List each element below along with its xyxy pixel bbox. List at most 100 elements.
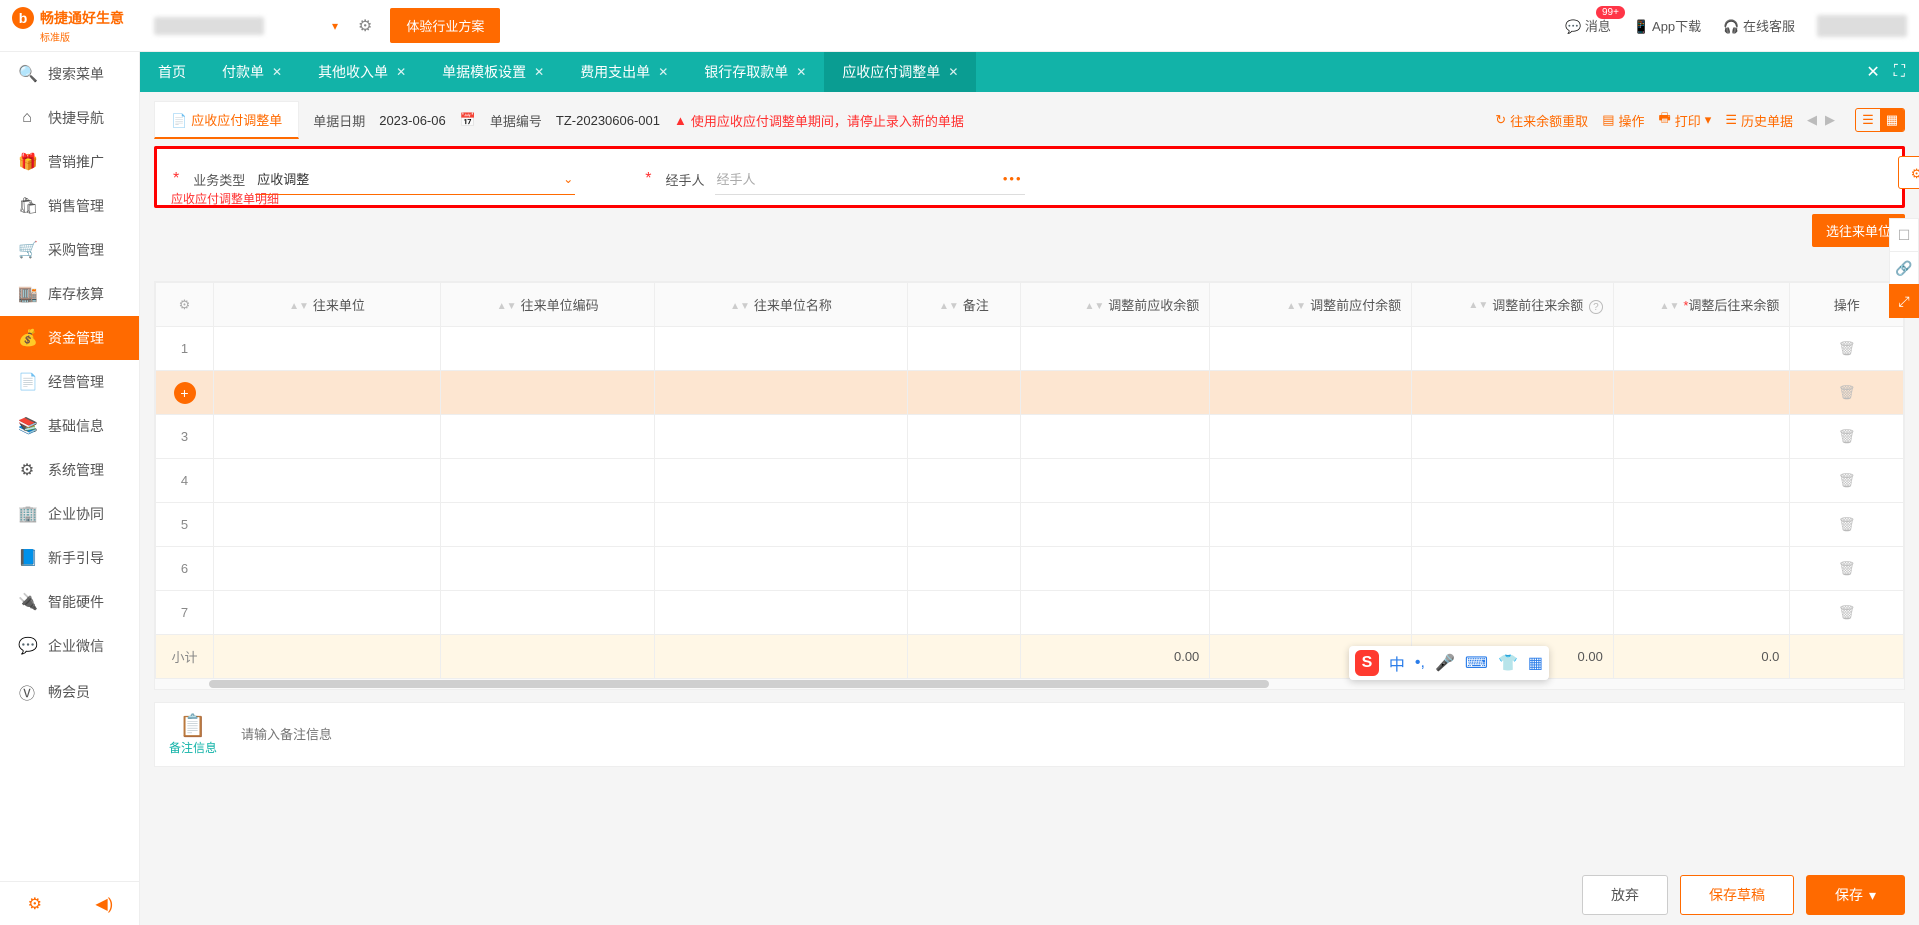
- sidebar-item-9[interactable]: ⚙系统管理: [0, 448, 139, 492]
- ime-keyboard-icon[interactable]: ⌨: [1465, 653, 1488, 673]
- history-button[interactable]: ☰历史单据: [1725, 111, 1793, 130]
- table-row[interactable]: 5🗑: [156, 503, 1904, 547]
- tab-close-icon[interactable]: ✕: [796, 65, 806, 79]
- table-row[interactable]: 7🗑: [156, 591, 1904, 635]
- delete-row-icon[interactable]: 🗑: [1838, 516, 1856, 532]
- help-icon[interactable]: ?: [1589, 300, 1603, 314]
- sidebar-item-14[interactable]: Ⓥ畅会员: [0, 668, 139, 716]
- table-config-header[interactable]: ⚙: [156, 283, 214, 327]
- ime-menu-icon[interactable]: ▦: [1528, 653, 1543, 673]
- tab-1[interactable]: 付款单✕: [204, 52, 300, 92]
- sidebar-item-7[interactable]: 📄经营管理: [0, 360, 139, 404]
- ime-toolbar[interactable]: S 中 •, 🎤 ⌨ 👕 ▦: [1349, 646, 1549, 680]
- col-unit[interactable]: ▲▼往来单位: [214, 283, 441, 327]
- sidebar-item-5[interactable]: 🏬库存核算: [0, 272, 139, 316]
- col-remark[interactable]: ▲▼备注: [907, 283, 1021, 327]
- col-adj-after-bal[interactable]: ▲▼*调整后往来余额: [1613, 283, 1790, 327]
- save-draft-button[interactable]: 保存草稿: [1680, 875, 1794, 915]
- menu-icon: ▤: [1602, 112, 1614, 128]
- print-dropdown[interactable]: 🖶打印 ▾: [1659, 109, 1712, 131]
- delete-row-icon[interactable]: 🗑: [1838, 340, 1856, 356]
- operate-dropdown[interactable]: ▤操作: [1602, 111, 1644, 130]
- company-selector[interactable]: ▾: [154, 17, 338, 35]
- sidebar-settings-icon[interactable]: ⚙: [0, 882, 70, 925]
- col-adj-before-pay[interactable]: ▲▼调整前应付余额: [1210, 283, 1412, 327]
- tab-close-icon[interactable]: ✕: [534, 65, 544, 79]
- tab-3[interactable]: 单据模板设置✕: [424, 52, 562, 92]
- ime-punct-icon[interactable]: •,: [1415, 654, 1425, 672]
- delete-row-icon[interactable]: 🗑: [1838, 428, 1856, 444]
- doc-type-tab[interactable]: 📄应收应付调整单: [154, 101, 299, 139]
- tab-4[interactable]: 费用支出单✕: [562, 52, 686, 92]
- tab-close-icon[interactable]: ✕: [658, 65, 668, 79]
- tab-close-icon[interactable]: ✕: [396, 65, 406, 79]
- tool-note-icon[interactable]: ☐: [1889, 218, 1919, 252]
- prev-icon[interactable]: ◀: [1807, 112, 1817, 128]
- view-list-icon[interactable]: ☰: [1856, 109, 1880, 131]
- sidebar-item-0[interactable]: 🔍搜索菜单: [0, 52, 139, 96]
- calendar-icon[interactable]: 📅: [460, 112, 476, 128]
- sidebar-item-icon: 🛍: [18, 196, 36, 216]
- delete-row-icon[interactable]: 🗑: [1838, 560, 1856, 576]
- sidebar-item-3[interactable]: 🛍销售管理: [0, 184, 139, 228]
- sidebar-item-label: 快捷导航: [48, 108, 104, 128]
- sidebar-item-11[interactable]: 📘新手引导: [0, 536, 139, 580]
- tab-0[interactable]: 首页: [140, 52, 204, 92]
- gear-icon[interactable]: ⚙: [358, 16, 372, 36]
- next-icon[interactable]: ▶: [1825, 112, 1835, 128]
- biz-type-select[interactable]: 应收调整 ⌄: [255, 163, 575, 195]
- save-button[interactable]: 保存▾: [1806, 875, 1905, 915]
- sidebar-item-10[interactable]: 🏢企业协同: [0, 492, 139, 536]
- tab-fullscreen-icon[interactable]: ⛶: [1894, 63, 1905, 81]
- settings-button[interactable]: ⚙ 设置: [1898, 156, 1919, 189]
- sidebar-item-13[interactable]: 💬企业微信: [0, 624, 139, 668]
- table-row[interactable]: 4🗑: [156, 459, 1904, 503]
- sidebar-item-6[interactable]: 💰资金管理: [0, 316, 139, 360]
- experience-button[interactable]: 体验行业方案: [390, 8, 500, 43]
- delete-row-icon[interactable]: 🗑: [1838, 604, 1856, 620]
- tab-2[interactable]: 其他收入单✕: [300, 52, 424, 92]
- more-icon[interactable]: •••: [1003, 171, 1023, 186]
- delete-row-icon[interactable]: 🗑: [1838, 384, 1856, 400]
- ime-lang[interactable]: 中: [1389, 651, 1405, 675]
- horizontal-scrollbar[interactable]: [155, 679, 1904, 689]
- add-row-icon[interactable]: +: [174, 382, 196, 404]
- sidebar-bottom: ⚙ ◀): [0, 881, 139, 925]
- tab-6[interactable]: 应收应付调整单✕: [824, 52, 976, 92]
- sidebar-item-label: 系统管理: [48, 460, 104, 480]
- tab-close-icon[interactable]: ✕: [948, 65, 958, 79]
- handler-input[interactable]: 经手人 •••: [715, 163, 1025, 195]
- doc-date-value[interactable]: 2023-06-06: [379, 113, 446, 128]
- ime-mic-icon[interactable]: 🎤: [1435, 653, 1455, 673]
- table-row[interactable]: 6🗑: [156, 547, 1904, 591]
- sidebar-item-4[interactable]: 🛒采购管理: [0, 228, 139, 272]
- sidebar-collapse-icon[interactable]: ◀): [70, 882, 140, 925]
- table-row[interactable]: 3🗑: [156, 415, 1904, 459]
- col-adj-before-recv[interactable]: ▲▼调整前应收余额: [1021, 283, 1210, 327]
- user-avatar-blur[interactable]: [1817, 15, 1907, 37]
- col-unit-code[interactable]: ▲▼往来单位编码: [441, 283, 655, 327]
- table-row[interactable]: +🗑: [156, 371, 1904, 415]
- messages-link[interactable]: 💬 消息 99+: [1565, 16, 1611, 35]
- ime-skin-icon[interactable]: 👕: [1498, 653, 1518, 673]
- sidebar-item-8[interactable]: 📚基础信息: [0, 404, 139, 448]
- delete-row-icon[interactable]: 🗑: [1838, 472, 1856, 488]
- tool-attachment-icon[interactable]: 🔗: [1889, 251, 1919, 285]
- discard-button[interactable]: 放弃: [1582, 875, 1668, 915]
- app-download-link[interactable]: 📱 App下载: [1633, 16, 1701, 35]
- tab-5[interactable]: 银行存取款单✕: [686, 52, 824, 92]
- tab-close-all-icon[interactable]: ✕: [1866, 62, 1879, 82]
- table-row[interactable]: 1🗑: [156, 327, 1904, 371]
- reset-balance-button[interactable]: ↻往来余额重取: [1495, 111, 1588, 130]
- sidebar-item-2[interactable]: 🎁营销推广: [0, 140, 139, 184]
- col-adj-before-bal[interactable]: ▲▼调整前往来余额 ?: [1412, 283, 1614, 327]
- sidebar-item-label: 营销推广: [48, 152, 104, 172]
- col-unit-name[interactable]: ▲▼往来单位名称: [655, 283, 907, 327]
- tab-close-icon[interactable]: ✕: [272, 65, 282, 79]
- remarks-input[interactable]: [233, 719, 1890, 750]
- sidebar-item-12[interactable]: 🔌智能硬件: [0, 580, 139, 624]
- tool-expand-icon[interactable]: ⤢: [1889, 284, 1919, 318]
- online-service-link[interactable]: 🎧 在线客服: [1723, 16, 1795, 35]
- view-card-icon[interactable]: ▦: [1880, 109, 1904, 131]
- sidebar-item-1[interactable]: ⌂快捷导航: [0, 96, 139, 140]
